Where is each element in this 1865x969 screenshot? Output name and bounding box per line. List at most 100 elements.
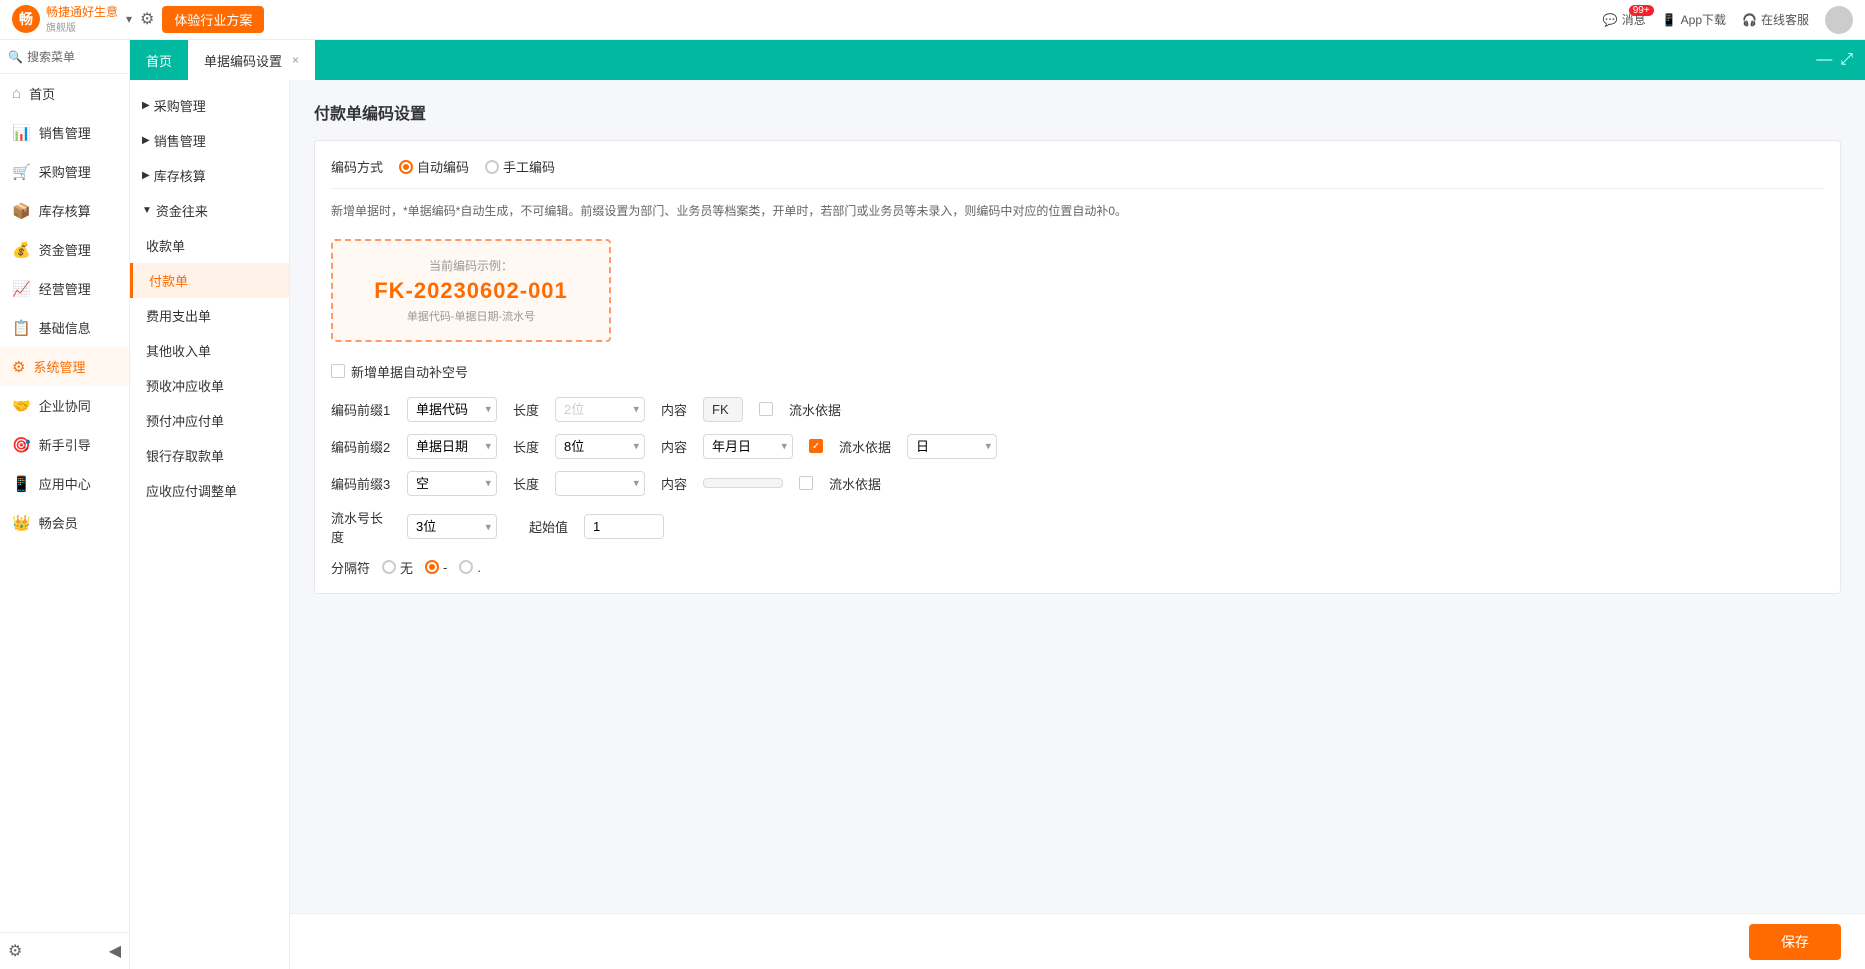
sidebar-item-enterprise-label: 企业协同 (39, 396, 91, 415)
length2-select[interactable]: 8位 (555, 434, 645, 459)
manual-encoding-radio[interactable]: 手工编码 (485, 157, 555, 176)
serial-length-label: 流水号长度 (331, 508, 391, 546)
content3-label: 内容 (661, 474, 687, 493)
second-sidebar-expense[interactable]: 费用支出单 (130, 298, 289, 333)
second-sidebar-prepay-payment[interactable]: 预付冲应付单 (130, 403, 289, 438)
auto-encoding-radio[interactable]: 自动编码 (399, 157, 469, 176)
length3-select[interactable] (555, 471, 645, 496)
sidebar-item-guide[interactable]: 🎯 新手引导 (0, 425, 129, 464)
member-icon: 👑 (12, 514, 31, 532)
system-icon: ⚙ (12, 358, 25, 376)
auto-encoding-dot (399, 160, 413, 174)
sidebar-item-purchase-label: 采购管理 (39, 162, 91, 181)
prefix1-select[interactable]: 单据代码 (407, 397, 497, 422)
separator-none-dot (382, 560, 396, 574)
main-content: 付款单编码设置 编码方式 自动编码 (290, 80, 1865, 913)
sidebar-item-guide-label: 新手引导 (39, 435, 91, 454)
prefix3-label: 编码前缀3 (331, 474, 391, 493)
sidebar-item-inventory[interactable]: 📦 库存核算 (0, 191, 129, 230)
sidebar-item-apps-label: 应用中心 (39, 474, 91, 493)
tab-home-label: 首页 (146, 51, 172, 70)
second-sidebar-finance[interactable]: 资金往来 (130, 193, 289, 228)
separator-none-label: 无 (400, 558, 413, 577)
flowing2-checkbox[interactable]: ✓ (809, 439, 823, 453)
auto-fill-checkbox[interactable] (331, 364, 345, 378)
second-sidebar-receipt[interactable]: 收款单 (130, 228, 289, 263)
prefix3-select-wrapper: 空 (407, 471, 497, 496)
brand-info: 畅捷通好生意 旗舰版 (46, 5, 118, 34)
second-sidebar-purchase[interactable]: 采购管理 (130, 88, 289, 123)
main-layout: 🔍 搜索菜单 ⌂ 首页 📊 销售管理 🛒 采购管理 📦 库存核算 💰 (0, 40, 1865, 969)
sidebar-item-enterprise[interactable]: 🤝 企业协同 (0, 386, 129, 425)
separator-none-radio[interactable]: 无 (382, 558, 413, 577)
sidebar-item-sales[interactable]: 📊 销售管理 (0, 113, 129, 152)
content3-value (703, 478, 783, 488)
preview-box: 当前编码示例： FK-20230602-001 单据代码-单据日期-流水号 (331, 239, 611, 342)
top-bar-controls: ▾ ⚙ 体验行业方案 (126, 6, 264, 33)
second-sidebar-prepay-receipt[interactable]: 预收冲应收单 (130, 368, 289, 403)
home-icon: ⌂ (12, 85, 21, 102)
brand: 畅 畅捷通好生意 旗舰版 (12, 5, 118, 34)
app-download-label: App下载 (1681, 11, 1726, 28)
day-select[interactable]: 日 (907, 434, 997, 459)
tab-minimize-button[interactable]: — (1816, 51, 1832, 69)
sidebar-item-apps[interactable]: 📱 应用中心 (0, 464, 129, 503)
save-button[interactable]: 保存 (1749, 924, 1841, 960)
sidebar-item-finance[interactable]: 💰 资金管理 (0, 230, 129, 269)
sidebar-item-home-label: 首页 (29, 84, 55, 103)
separator-dot-radio[interactable]: . (459, 560, 481, 575)
prefix2-select[interactable]: 单据日期 (407, 434, 497, 459)
separator-dash-radio[interactable]: - (425, 560, 447, 575)
tab-close-icon[interactable]: × (292, 53, 299, 67)
content2-select[interactable]: 年月日 (703, 434, 793, 459)
second-sidebar-adjust[interactable]: 应收应付调整单 (130, 473, 289, 508)
encoding-card: 编码方式 自动编码 手工编码 (314, 140, 1841, 594)
chevron-down-button[interactable]: ▾ (126, 12, 132, 26)
tab-encoding-settings[interactable]: 单据编码设置 × (188, 40, 315, 80)
second-sidebar-sales[interactable]: 销售管理 (130, 123, 289, 158)
tab-home[interactable]: 首页 (130, 40, 188, 80)
sidebar-item-system-label: 系统管理 (33, 357, 85, 376)
prefix3-select[interactable]: 空 (407, 471, 497, 496)
length2-select-wrapper: 8位 (555, 434, 645, 459)
sidebar-footer: ⚙ ◀ (0, 932, 129, 969)
sidebar-item-basic[interactable]: 📋 基础信息 (0, 308, 129, 347)
start-value-input[interactable] (584, 514, 664, 539)
second-sidebar-other-income[interactable]: 其他收入单 (130, 333, 289, 368)
sidebar-search[interactable]: 🔍 搜索菜单 (0, 40, 129, 74)
app-download-button[interactable]: 📱 App下载 (1662, 11, 1726, 28)
message-button[interactable]: 💬 消息 99+ (1603, 11, 1646, 28)
sidebar-item-finance-label: 资金管理 (39, 240, 91, 259)
trial-button[interactable]: 体验行业方案 (162, 6, 264, 33)
tab-expand-button[interactable]: ⤢ (1840, 51, 1853, 69)
second-sidebar-inventory[interactable]: 库存核算 (130, 158, 289, 193)
search-icon: 🔍 (8, 50, 23, 64)
online-service-button[interactable]: 🎧 在线客服 (1742, 11, 1809, 28)
finance-icon: 💰 (12, 241, 31, 259)
second-sidebar-bank[interactable]: 银行存取款单 (130, 438, 289, 473)
search-menu-button[interactable]: 🔍 搜索菜单 (8, 48, 121, 65)
length3-select-wrapper (555, 471, 645, 496)
user-avatar[interactable] (1825, 6, 1853, 34)
sidebar-item-home[interactable]: ⌂ 首页 (0, 74, 129, 113)
flowing3-checkbox[interactable] (799, 476, 813, 490)
sidebar-collapse-button[interactable]: ◀ (109, 941, 121, 961)
serial-length-select[interactable]: 3位 (407, 514, 497, 539)
flowing1-checkbox[interactable] (759, 402, 773, 416)
online-service-icon: 🎧 (1742, 13, 1757, 27)
manual-encoding-dot (485, 160, 499, 174)
purchase-icon: 🛒 (12, 163, 31, 181)
sidebar-settings-button[interactable]: ⚙ (8, 941, 22, 961)
tab-bar-actions: — ⤢ (1816, 51, 1865, 69)
second-sidebar-payment[interactable]: 付款单 (130, 263, 289, 298)
sidebar-item-member[interactable]: 👑 畅会员 (0, 503, 129, 542)
sidebar-item-operation[interactable]: 📈 经营管理 (0, 269, 129, 308)
sidebar-item-purchase[interactable]: 🛒 采购管理 (0, 152, 129, 191)
content-area: 首页 单据编码设置 × — ⤢ 采购管理 销售管理 库存核算 资金往来 收款单 … (130, 40, 1865, 969)
sidebar-nav: ⌂ 首页 📊 销售管理 🛒 采购管理 📦 库存核算 💰 资金管理 📈 经营 (0, 74, 129, 932)
length1-select[interactable]: 2位 (555, 397, 645, 422)
auto-fill-row: 新增单据自动补空号 (331, 362, 1824, 381)
settings-button[interactable]: ⚙ (140, 9, 154, 29)
apps-icon: 📱 (12, 475, 31, 493)
sidebar-item-system[interactable]: ⚙ 系统管理 (0, 347, 129, 386)
